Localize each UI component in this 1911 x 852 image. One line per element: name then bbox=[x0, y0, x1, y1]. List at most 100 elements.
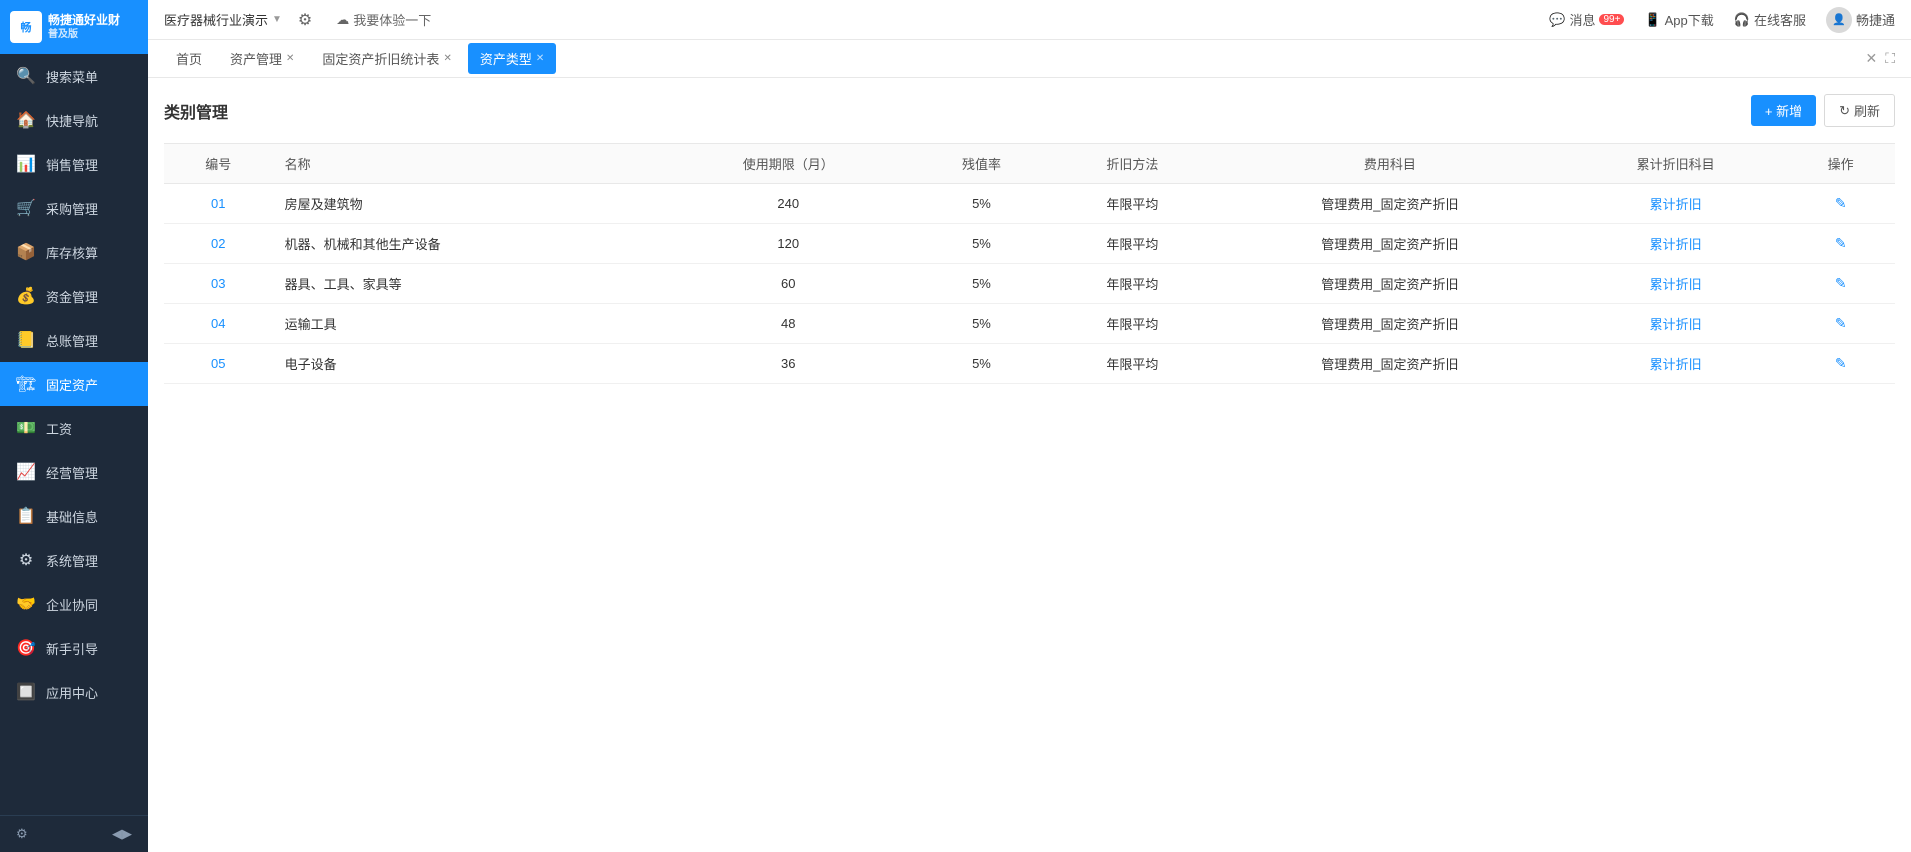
col-header-expense: 费用科目 bbox=[1215, 144, 1565, 184]
sidebar-item-ledger[interactable]: 📒 总账管理 bbox=[0, 318, 148, 362]
book-icon: 📒 bbox=[16, 330, 36, 350]
cell-period: 60 bbox=[663, 264, 913, 304]
sidebar-item-funds[interactable]: 💰 资金管理 bbox=[0, 274, 148, 318]
sidebar-item-purchase[interactable]: 🛒 采购管理 bbox=[0, 186, 148, 230]
cell-code: 01 bbox=[164, 184, 273, 224]
edit-icon[interactable]: ✎ bbox=[1835, 355, 1847, 371]
cell-name: 机器、机械和其他生产设备 bbox=[273, 224, 664, 264]
cell-accumulate: 累计折旧 bbox=[1565, 264, 1786, 304]
sidebar-item-quick-nav[interactable]: 🏠 快捷导航 bbox=[0, 98, 148, 142]
sidebar-item-payroll[interactable]: 💵 工资 bbox=[0, 406, 148, 450]
tab-close-window-icon[interactable]: ✕ bbox=[1865, 50, 1877, 67]
cell-accumulate: 累计折旧 bbox=[1565, 304, 1786, 344]
logo-text: 畅捷通好业财 普及版 bbox=[48, 13, 120, 42]
cell-method: 年限平均 bbox=[1050, 344, 1215, 384]
tab-close-fixed-stat[interactable]: ✕ bbox=[443, 53, 451, 64]
header-actions: + 新增 ↻ 刷新 bbox=[1751, 94, 1895, 127]
table-row: 04运输工具485%年限平均管理费用_固定资产折旧累计折旧✎ bbox=[164, 304, 1895, 344]
cell-action[interactable]: ✎ bbox=[1786, 264, 1895, 304]
cell-accumulate: 累计折旧 bbox=[1565, 184, 1786, 224]
cart-icon: 🛒 bbox=[16, 198, 36, 218]
table-row: 01房屋及建筑物2405%年限平均管理费用_固定资产折旧累计折旧✎ bbox=[164, 184, 1895, 224]
sidebar-item-operations[interactable]: 📈 经营管理 bbox=[0, 450, 148, 494]
user-item[interactable]: 👤 畅捷通 bbox=[1826, 7, 1895, 33]
tab-close-asset-type[interactable]: ✕ bbox=[536, 53, 544, 64]
money-icon: 💰 bbox=[16, 286, 36, 306]
cell-expense: 管理费用_固定资产折旧 bbox=[1215, 344, 1565, 384]
company-name: 医疗器械行业演示 bbox=[164, 10, 268, 29]
sidebar-item-base-info[interactable]: 📋 基础信息 bbox=[0, 494, 148, 538]
cell-expense: 管理费用_固定资产折旧 bbox=[1215, 224, 1565, 264]
cell-residual: 5% bbox=[913, 224, 1050, 264]
cell-code: 02 bbox=[164, 224, 273, 264]
sidebar-item-system[interactable]: ⚙ 系统管理 bbox=[0, 538, 148, 582]
col-header-accumulate: 累计折旧科目 bbox=[1565, 144, 1786, 184]
sidebar-item-inventory[interactable]: 📦 库存核算 bbox=[0, 230, 148, 274]
cell-name: 房屋及建筑物 bbox=[273, 184, 664, 224]
dropdown-arrow-icon: ▼ bbox=[272, 14, 282, 25]
edit-icon[interactable]: ✎ bbox=[1835, 195, 1847, 211]
cell-action[interactable]: ✎ bbox=[1786, 184, 1895, 224]
tab-asset-type[interactable]: 资产类型 ✕ bbox=[468, 43, 556, 74]
settings-icon[interactable]: ⚙ bbox=[16, 826, 28, 842]
category-table: 编号 名称 使用期限（月） 残值率 折旧方法 费用科目 累计折旧科目 操作 01… bbox=[164, 143, 1895, 384]
header-left: 医疗器械行业演示 ▼ ⚙ ☁ 我要体验一下 bbox=[164, 10, 431, 30]
cell-residual: 5% bbox=[913, 344, 1050, 384]
cell-expense: 管理费用_固定资产折旧 bbox=[1215, 304, 1565, 344]
download-icon: 📱 bbox=[1644, 12, 1660, 28]
target-icon: 🎯 bbox=[16, 638, 36, 658]
cloud-icon: ☁ bbox=[336, 12, 349, 28]
tab-close-asset-mgmt[interactable]: ✕ bbox=[286, 53, 294, 64]
cell-code: 03 bbox=[164, 264, 273, 304]
new-button[interactable]: + 新增 bbox=[1751, 95, 1816, 126]
cell-action[interactable]: ✎ bbox=[1786, 224, 1895, 264]
edit-icon[interactable]: ✎ bbox=[1835, 235, 1847, 251]
collapse-icon[interactable]: ◀▶ bbox=[112, 826, 132, 842]
experience-button[interactable]: ☁ 我要体验一下 bbox=[336, 10, 431, 29]
gear-icon: ⚙ bbox=[16, 550, 36, 570]
tab-home[interactable]: 首页 bbox=[164, 43, 214, 74]
tab-asset-mgmt[interactable]: 资产管理 ✕ bbox=[218, 43, 306, 74]
tab-fixed-asset-stat[interactable]: 固定资产折旧统计表 ✕ bbox=[310, 43, 463, 74]
cell-action[interactable]: ✎ bbox=[1786, 344, 1895, 384]
cell-accumulate: 累计折旧 bbox=[1565, 224, 1786, 264]
home-icon: 🏠 bbox=[16, 110, 36, 130]
cell-action[interactable]: ✎ bbox=[1786, 304, 1895, 344]
sidebar-item-app-center[interactable]: 🔲 应用中心 bbox=[0, 670, 148, 714]
page-content: 类别管理 + 新增 ↻ 刷新 编号 名称 使用期限（月） 残值率 折旧方法 费用… bbox=[148, 78, 1911, 852]
sidebar-item-fixed-asset[interactable]: 🏗 固定资产 bbox=[0, 362, 148, 406]
info-icon: 📋 bbox=[16, 506, 36, 526]
col-header-code: 编号 bbox=[164, 144, 273, 184]
search-icon: 🔍 bbox=[16, 66, 36, 86]
cell-method: 年限平均 bbox=[1050, 224, 1215, 264]
cell-code: 04 bbox=[164, 304, 273, 344]
cell-residual: 5% bbox=[913, 184, 1050, 224]
online-support-item[interactable]: 🎧 在线客服 bbox=[1734, 10, 1806, 29]
col-header-method: 折旧方法 bbox=[1050, 144, 1215, 184]
sidebar-item-search[interactable]: 🔍 搜索菜单 bbox=[0, 54, 148, 98]
company-selector[interactable]: 医疗器械行业演示 ▼ bbox=[164, 10, 282, 29]
operations-icon: 📈 bbox=[16, 462, 36, 482]
building-icon: 🏗 bbox=[16, 374, 36, 394]
sidebar-menu: 🔍 搜索菜单 🏠 快捷导航 📊 销售管理 🛒 采购管理 📦 库存核算 💰 资金管… bbox=[0, 54, 148, 815]
message-icon: 💬 bbox=[1549, 12, 1565, 28]
cell-residual: 5% bbox=[913, 264, 1050, 304]
messages-item[interactable]: 💬 消息 99+ bbox=[1549, 10, 1624, 29]
box-icon: 📦 bbox=[16, 242, 36, 262]
refresh-button[interactable]: ↻ 刷新 bbox=[1824, 94, 1895, 127]
cell-name: 器具、工具、家具等 bbox=[273, 264, 664, 304]
tab-expand-icon[interactable]: ⛶ bbox=[1885, 50, 1895, 67]
logo-icon: 畅 bbox=[10, 11, 42, 43]
app-download-item[interactable]: 📱 App下载 bbox=[1644, 10, 1713, 29]
tab-bar: 首页 资产管理 ✕ 固定资产折旧统计表 ✕ 资产类型 ✕ ✕ ⛶ bbox=[148, 40, 1911, 78]
cell-residual: 5% bbox=[913, 304, 1050, 344]
company-settings-icon[interactable]: ⚙ bbox=[298, 10, 312, 30]
cell-code: 05 bbox=[164, 344, 273, 384]
edit-icon[interactable]: ✎ bbox=[1835, 315, 1847, 331]
sidebar-item-enterprise[interactable]: 🤝 企业协同 bbox=[0, 582, 148, 626]
sidebar-item-sales[interactable]: 📊 销售管理 bbox=[0, 142, 148, 186]
sidebar-item-guide[interactable]: 🎯 新手引导 bbox=[0, 626, 148, 670]
edit-icon[interactable]: ✎ bbox=[1835, 275, 1847, 291]
col-header-name: 名称 bbox=[273, 144, 664, 184]
page-header: 类别管理 + 新增 ↻ 刷新 bbox=[164, 94, 1895, 127]
